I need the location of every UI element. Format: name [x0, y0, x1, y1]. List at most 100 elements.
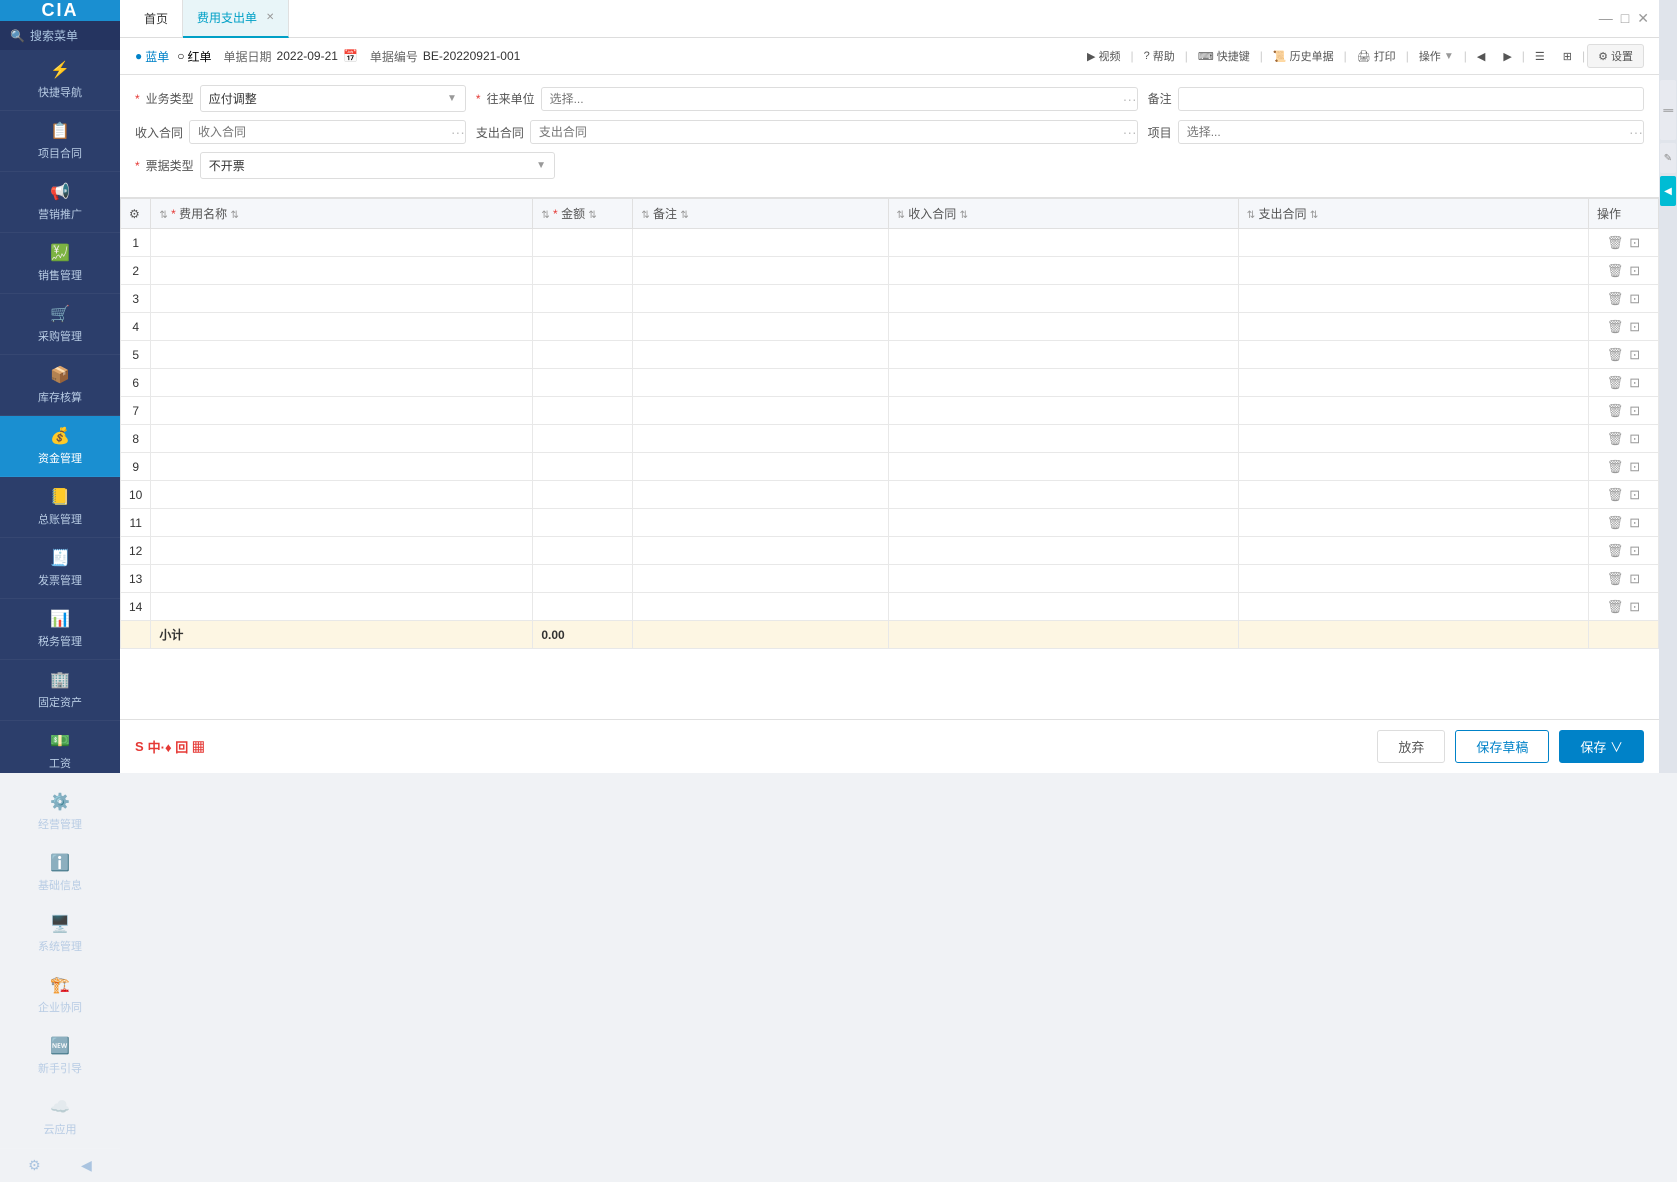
- cell-expense-name[interactable]: [151, 229, 533, 257]
- cell-expense-contract[interactable]: [1238, 593, 1588, 621]
- cell-expense-contract[interactable]: [1238, 369, 1588, 397]
- calendar-icon[interactable]: 📅: [343, 49, 358, 63]
- window-close-icon[interactable]: ✕: [1637, 10, 1649, 27]
- help-btn[interactable]: ? 帮助: [1136, 45, 1183, 67]
- project-wrap[interactable]: ···: [1178, 120, 1644, 144]
- copy-icon[interactable]: ⊡: [1629, 403, 1640, 419]
- sidebar-item-capital[interactable]: 💰 资金管理: [0, 416, 120, 477]
- sidebar-item-quick-nav[interactable]: ⚡ 快捷导航: [0, 50, 120, 111]
- cell-expense-name[interactable]: [151, 509, 533, 537]
- next-btn[interactable]: ▶: [1495, 47, 1519, 66]
- sidebar-item-ops[interactable]: ⚙️ 经营管理: [0, 782, 120, 843]
- cell-income-contract[interactable]: [888, 313, 1238, 341]
- delete-icon[interactable]: 🗑: [1607, 319, 1624, 335]
- cell-remark[interactable]: [633, 509, 888, 537]
- cell-income-contract[interactable]: [888, 397, 1238, 425]
- delete-icon[interactable]: 🗑: [1607, 459, 1624, 475]
- cell-expense-name[interactable]: [151, 313, 533, 341]
- partner-dots[interactable]: ···: [1123, 91, 1137, 107]
- cell-amount[interactable]: [533, 341, 633, 369]
- cell-expense-name[interactable]: [151, 285, 533, 313]
- video-btn[interactable]: ▶ 视频: [1079, 45, 1128, 67]
- right-panel-btn-1[interactable]: ∥: [1660, 80, 1676, 140]
- copy-icon[interactable]: ⊡: [1629, 543, 1640, 559]
- sidebar-item-basic-info[interactable]: ℹ️ 基础信息: [0, 843, 120, 904]
- cell-remark[interactable]: [633, 285, 888, 313]
- save-draft-button[interactable]: 保存草稿: [1455, 730, 1549, 763]
- cell-expense-name[interactable]: [151, 453, 533, 481]
- prev-btn[interactable]: ◀: [1469, 47, 1493, 66]
- th-expense-name[interactable]: ⇅ * 费用名称 ⇅: [151, 199, 533, 229]
- cell-expense-contract[interactable]: [1238, 565, 1588, 593]
- cell-income-contract[interactable]: [888, 481, 1238, 509]
- history-btn[interactable]: 📜 历史单据: [1265, 45, 1342, 67]
- sidebar-item-marketing[interactable]: 📢 营销推广: [0, 172, 120, 233]
- sidebar-item-purchase[interactable]: 🛒 采购管理: [0, 294, 120, 355]
- cell-income-contract[interactable]: [888, 565, 1238, 593]
- delete-icon[interactable]: 🗑: [1607, 571, 1624, 587]
- cell-expense-contract[interactable]: [1238, 257, 1588, 285]
- cell-amount[interactable]: [533, 257, 633, 285]
- cell-amount[interactable]: [533, 397, 633, 425]
- remark-input[interactable]: [1178, 87, 1644, 111]
- partner-input[interactable]: [542, 88, 1118, 110]
- cell-expense-name[interactable]: [151, 341, 533, 369]
- invoice-type-select[interactable]: 不开票 ▼: [200, 152, 555, 179]
- radio-blue[interactable]: ● 蓝单: [135, 48, 169, 65]
- cell-expense-contract[interactable]: [1238, 425, 1588, 453]
- cell-income-contract[interactable]: [888, 537, 1238, 565]
- delete-icon[interactable]: 🗑: [1607, 487, 1624, 503]
- sidebar-item-inventory[interactable]: 📦 库存核算: [0, 355, 120, 416]
- cell-remark[interactable]: [633, 369, 888, 397]
- cell-expense-name[interactable]: [151, 425, 533, 453]
- delete-icon[interactable]: 🗑: [1607, 235, 1624, 251]
- cell-expense-contract[interactable]: [1238, 229, 1588, 257]
- expense-contract-input[interactable]: [531, 121, 1118, 143]
- cell-remark[interactable]: [633, 229, 888, 257]
- right-panel-btn-2[interactable]: ✎: [1660, 143, 1676, 173]
- cell-income-contract[interactable]: [888, 509, 1238, 537]
- th-gear[interactable]: ⚙: [121, 199, 151, 229]
- radio-red[interactable]: ○ 红单: [177, 48, 211, 65]
- cell-expense-name[interactable]: [151, 369, 533, 397]
- cell-amount[interactable]: [533, 285, 633, 313]
- copy-icon[interactable]: ⊡: [1629, 431, 1640, 447]
- expense-contract-dots[interactable]: ···: [1123, 124, 1137, 140]
- settings-bottom-icon[interactable]: ⚙: [28, 1157, 41, 1174]
- cell-expense-contract[interactable]: [1238, 537, 1588, 565]
- cell-income-contract[interactable]: [888, 425, 1238, 453]
- cell-remark[interactable]: [633, 313, 888, 341]
- settings-btn[interactable]: ⚙ 设置: [1587, 44, 1644, 68]
- delete-icon[interactable]: 🗑: [1607, 347, 1624, 363]
- sidebar-item-cloud[interactable]: ☁️ 云应用: [0, 1087, 120, 1148]
- sidebar-item-sales[interactable]: 💹 销售管理: [0, 233, 120, 294]
- cell-expense-name[interactable]: [151, 397, 533, 425]
- cell-income-contract[interactable]: [888, 229, 1238, 257]
- cell-income-contract[interactable]: [888, 285, 1238, 313]
- cell-income-contract[interactable]: [888, 341, 1238, 369]
- delete-icon[interactable]: 🗑: [1607, 543, 1624, 559]
- action-btn[interactable]: 操作 ▼: [1411, 45, 1462, 67]
- cell-amount[interactable]: [533, 565, 633, 593]
- copy-icon[interactable]: ⊡: [1629, 347, 1640, 363]
- copy-icon[interactable]: ⊡: [1629, 599, 1640, 615]
- cell-remark[interactable]: [633, 397, 888, 425]
- delete-icon[interactable]: 🗑: [1607, 599, 1624, 615]
- expense-contract-wrap[interactable]: ···: [530, 120, 1138, 144]
- copy-icon[interactable]: ⊡: [1629, 487, 1640, 503]
- cell-expense-contract[interactable]: [1238, 285, 1588, 313]
- list-view-btn[interactable]: ☰: [1527, 47, 1553, 66]
- cell-expense-contract[interactable]: [1238, 453, 1588, 481]
- cell-expense-name[interactable]: [151, 593, 533, 621]
- cell-expense-name[interactable]: [151, 481, 533, 509]
- project-input[interactable]: [1179, 121, 1624, 143]
- cell-amount[interactable]: [533, 593, 633, 621]
- cell-expense-name[interactable]: [151, 537, 533, 565]
- cell-amount[interactable]: [533, 229, 633, 257]
- sidebar-item-ledger[interactable]: 📒 总账管理: [0, 477, 120, 538]
- biz-type-select[interactable]: 应付调整 ▼: [200, 85, 466, 112]
- cell-amount[interactable]: [533, 425, 633, 453]
- delete-icon[interactable]: 🗑: [1607, 263, 1624, 279]
- save-button[interactable]: 保存 ∨: [1559, 730, 1644, 763]
- sidebar-item-fixed-assets[interactable]: 🏢 固定资产: [0, 660, 120, 721]
